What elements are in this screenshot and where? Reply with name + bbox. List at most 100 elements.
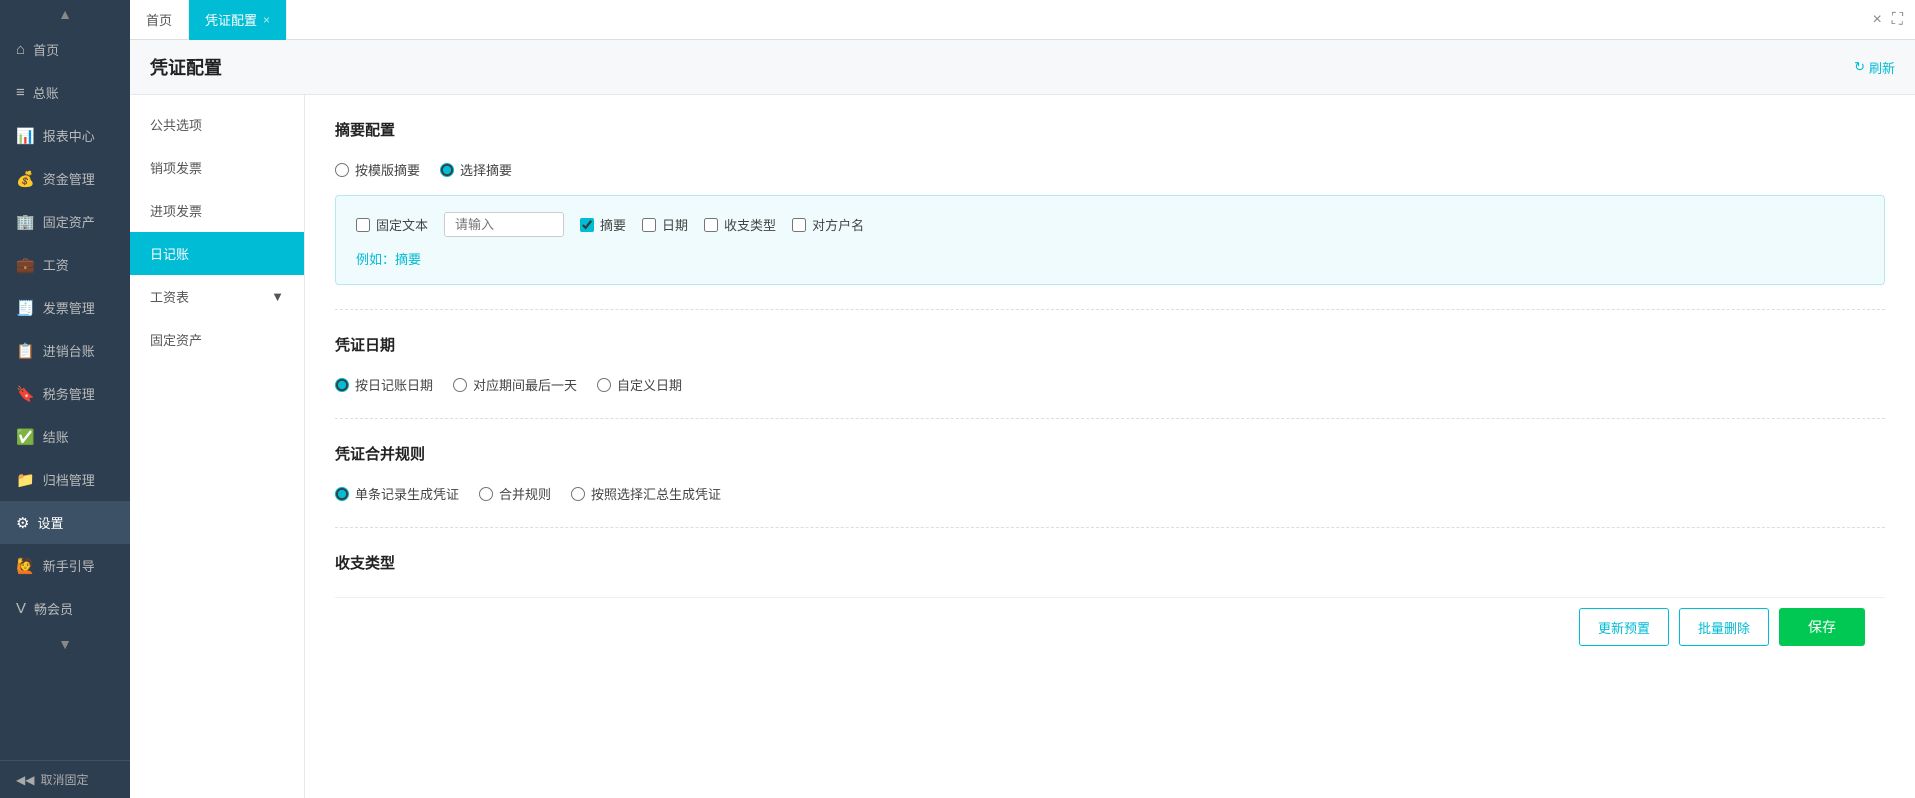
sidebar-item-tax[interactable]: 🔖 税务管理 — [0, 372, 130, 415]
window-maximize-icon[interactable]: ⛶ — [1892, 11, 1903, 29]
merge-single-radio[interactable] — [335, 487, 349, 501]
page-header: 凭证配置 ↻ 刷新 — [130, 40, 1915, 95]
divider-3 — [335, 527, 1885, 528]
sidebar-scroll-down[interactable]: ▼ — [0, 630, 130, 658]
summary-mode-template[interactable]: 按模版摘要 — [335, 160, 420, 179]
cancel-fixed-button[interactable]: ◀◀ 取消固定 — [0, 760, 130, 798]
refresh-button[interactable]: ↻ 刷新 — [1854, 58, 1895, 77]
merge-rules-section: 凭证合并规则 单条记录生成凭证 合并规则 按照选择汇总生成凭证 — [335, 443, 1885, 503]
left-nav-payroll-label: 工资表 — [150, 287, 189, 306]
sidebar-item-member[interactable]: V 畅会员 — [0, 587, 130, 630]
merge-single-label: 单条记录生成凭证 — [355, 484, 459, 503]
summary-mode-select[interactable]: 选择摘要 — [440, 160, 512, 179]
sidebar-item-reports[interactable]: 📊 报表中心 — [0, 114, 130, 157]
income-type-checkbox[interactable]: 收支类型 — [704, 215, 776, 234]
batch-delete-button[interactable]: 批量删除 — [1679, 608, 1769, 646]
date-custom-radio[interactable] — [597, 378, 611, 392]
sidebar-label-invoice-mgmt: 发票管理 — [43, 298, 95, 317]
sidebar-item-invoice-mgmt[interactable]: 🧾 发票管理 — [0, 286, 130, 329]
left-nav-payroll[interactable]: 工资表 ▼ — [130, 275, 304, 318]
ledger-icon: ≡ — [16, 84, 25, 101]
date-last-day[interactable]: 对应期间最后一天 — [453, 375, 577, 394]
main-area: 首页 凭证配置 × × ⛶ 凭证配置 ↻ 刷新 公共选项 销项发票 进项 — [130, 0, 1915, 798]
left-nav-journal[interactable]: 日记账 — [130, 232, 304, 275]
merge-single[interactable]: 单条记录生成凭证 — [335, 484, 459, 503]
sidebar-item-guide[interactable]: 🙋 新手引导 — [0, 544, 130, 587]
summary-mode-template-label: 按模版摘要 — [355, 160, 420, 179]
left-nav-sales-invoice[interactable]: 销项发票 — [130, 146, 304, 189]
sidebar-item-salary[interactable]: 💼 工资 — [0, 243, 130, 286]
fixed-text-checkbox-input[interactable] — [356, 218, 370, 232]
counterpart-checkbox-input[interactable] — [792, 218, 806, 232]
settings-icon: ⚙ — [16, 514, 29, 532]
sidebar-scroll-up[interactable]: ▲ — [0, 0, 130, 28]
fixed-text-checkbox[interactable]: 固定文本 — [356, 215, 428, 234]
page-title: 凭证配置 — [150, 54, 222, 80]
left-nav-purchase-invoice[interactable]: 进项发票 — [130, 189, 304, 232]
date-label: 日期 — [662, 215, 688, 234]
sidebar-label-purchase-sales: 进销台账 — [43, 341, 95, 360]
voucher-date-group: 按日记账日期 对应期间最后一天 自定义日期 — [335, 375, 1885, 394]
reports-icon: 📊 — [16, 127, 35, 145]
sidebar-label-settings: 设置 — [37, 513, 63, 532]
merge-batch[interactable]: 按照选择汇总生成凭证 — [571, 484, 721, 503]
sidebar-item-home[interactable]: ⌂ 首页 — [0, 28, 130, 71]
tab-voucher-config[interactable]: 凭证配置 × — [189, 0, 287, 40]
summary-mode-template-radio[interactable] — [335, 163, 349, 177]
left-nav-purchase-invoice-label: 进项发票 — [150, 201, 202, 220]
sidebar-item-settlement[interactable]: ✅ 结账 — [0, 415, 130, 458]
member-icon: V — [16, 600, 26, 617]
voucher-date-title: 凭证日期 — [335, 334, 1885, 355]
bottom-action-bar: 更新预置 批量删除 保存 — [335, 597, 1885, 656]
summary-mode-select-label: 选择摘要 — [460, 160, 512, 179]
sidebar-item-settings[interactable]: ⚙ 设置 — [0, 501, 130, 544]
date-journal-radio[interactable] — [335, 378, 349, 392]
refresh-label: 刷新 — [1869, 58, 1895, 77]
tab-home[interactable]: 首页 — [130, 0, 189, 40]
sidebar-label-tax: 税务管理 — [43, 384, 95, 403]
chevron-down-icon: ▼ — [271, 289, 284, 304]
tab-home-label: 首页 — [146, 10, 172, 29]
funds-icon: 💰 — [16, 170, 35, 188]
pin-icon: ◀◀ — [16, 773, 34, 787]
update-preview-button[interactable]: 更新预置 — [1579, 608, 1669, 646]
tab-close-icon[interactable]: × — [263, 13, 270, 27]
tab-bar: 首页 凭证配置 × × ⛶ — [130, 0, 1915, 40]
sidebar-label-home: 首页 — [33, 40, 59, 59]
counterpart-checkbox[interactable]: 对方户名 — [792, 215, 864, 234]
summary-config-box: 固定文本 摘要 日期 收支类型 — [335, 195, 1885, 285]
left-nav-journal-label: 日记账 — [150, 244, 189, 263]
merge-batch-radio[interactable] — [571, 487, 585, 501]
sidebar-label-fixed-assets: 固定资产 — [43, 212, 95, 231]
zhaiyao-label: 摘要 — [600, 215, 626, 234]
summary-mode-select-radio[interactable] — [440, 163, 454, 177]
sidebar-item-ledger[interactable]: ≡ 总账 — [0, 71, 130, 114]
right-content: 摘要配置 按模版摘要 选择摘要 固定文本 — [305, 95, 1915, 798]
merge-rule[interactable]: 合并规则 — [479, 484, 551, 503]
date-journal-label: 按日记账日期 — [355, 375, 433, 394]
income-type-checkbox-input[interactable] — [704, 218, 718, 232]
save-button[interactable]: 保存 — [1779, 608, 1865, 646]
sidebar-item-fixed-assets[interactable]: 🏢 固定资产 — [0, 200, 130, 243]
tab-voucher-config-label: 凭证配置 — [205, 10, 257, 29]
sidebar-item-purchase-sales[interactable]: 📋 进销台账 — [0, 329, 130, 372]
zhaiyao-checkbox-input[interactable] — [580, 218, 594, 232]
summary-config-section: 摘要配置 按模版摘要 选择摘要 固定文本 — [335, 119, 1885, 285]
date-checkbox-input[interactable] — [642, 218, 656, 232]
date-custom[interactable]: 自定义日期 — [597, 375, 682, 394]
sidebar-item-funds[interactable]: 💰 资金管理 — [0, 157, 130, 200]
zhaiyao-checkbox[interactable]: 摘要 — [580, 215, 626, 234]
merge-rule-radio[interactable] — [479, 487, 493, 501]
window-close-icon[interactable]: × — [1872, 11, 1881, 29]
date-checkbox[interactable]: 日期 — [642, 215, 688, 234]
left-nav-fixed-assets[interactable]: 固定资产 — [130, 318, 304, 361]
sidebar-label-reports: 报表中心 — [43, 126, 95, 145]
sidebar-item-archive[interactable]: 📁 归档管理 — [0, 458, 130, 501]
date-last-day-radio[interactable] — [453, 378, 467, 392]
fixed-text-input[interactable] — [444, 212, 564, 237]
purchase-sales-icon: 📋 — [16, 342, 35, 360]
left-nav-public[interactable]: 公共选项 — [130, 103, 304, 146]
sidebar-label-guide: 新手引导 — [43, 556, 95, 575]
date-journal[interactable]: 按日记账日期 — [335, 375, 433, 394]
counterpart-label: 对方户名 — [812, 215, 864, 234]
